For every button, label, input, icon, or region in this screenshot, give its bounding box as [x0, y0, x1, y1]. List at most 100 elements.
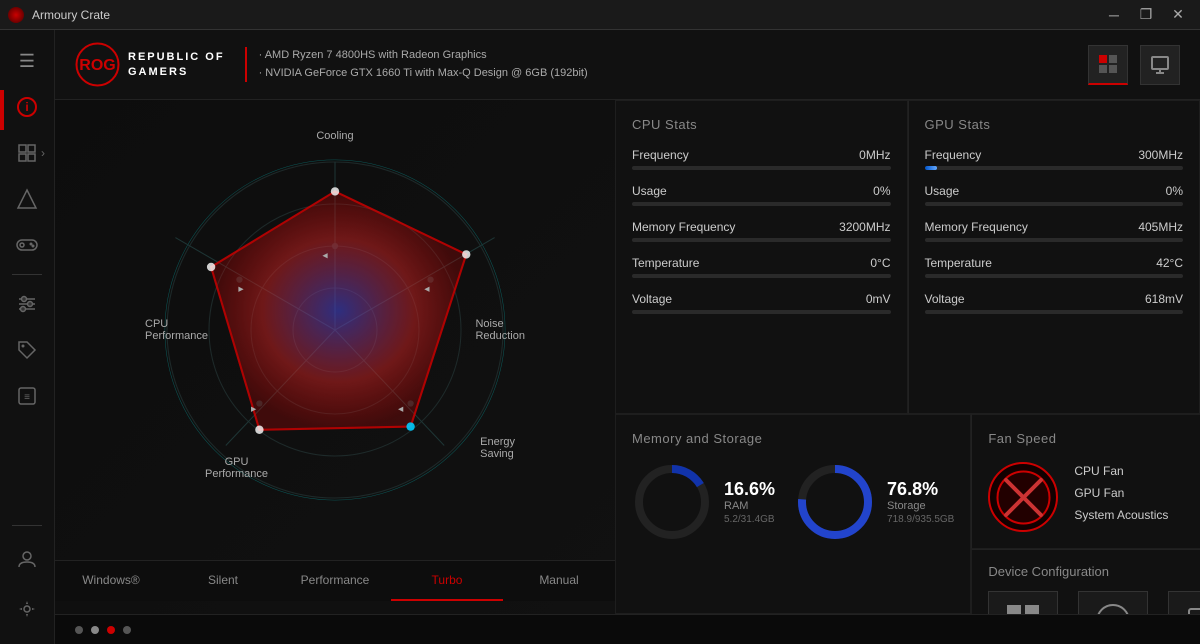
close-button[interactable]: ✕: [1164, 5, 1192, 25]
cpu-frequency-bar: [632, 166, 891, 170]
left-panel: Cooling NoiseReduction EnergySaving GPUP…: [55, 100, 615, 614]
cpu-fan-label: CPU Fan: [1074, 464, 1123, 478]
header-btn-secondary[interactable]: [1140, 45, 1180, 85]
dot-4: [123, 626, 131, 634]
cpu-temp-bar: [632, 274, 891, 278]
fan-icon: [988, 462, 1058, 532]
app-body: ☰ i ≡: [0, 30, 1200, 644]
sidebar: ☰ i ≡: [0, 30, 55, 644]
gpu-voltage-bar: [925, 310, 1184, 314]
gpu-memfreq-value: 405MHz: [1138, 220, 1183, 234]
header-btn-primary[interactable]: [1088, 45, 1128, 85]
device-win-key[interactable]: Win Key: [988, 591, 1058, 614]
storage-info: 76.8% Storage 718.9/935.5GB: [887, 479, 954, 525]
mode-tab-manual[interactable]: Manual: [503, 561, 615, 601]
cpu-temp-value: 0°C: [870, 256, 890, 270]
gpu-frequency-bar: [925, 166, 1184, 170]
ram-gauge: [632, 462, 712, 542]
dot-2: [91, 626, 99, 634]
gpu-usage-bar: [925, 202, 1184, 206]
svg-text:◂: ◂: [322, 250, 328, 262]
svg-text:≡: ≡: [24, 392, 30, 403]
radar-label-gpu-perf: GPUPerformance: [205, 456, 268, 480]
sidebar-item-grid[interactable]: ≡: [7, 376, 47, 416]
gpu-usage-value: 0%: [1166, 184, 1183, 198]
ram-gauge-container: 16.6% RAM 5.2/31.4GB: [632, 462, 775, 542]
cpu-frequency-value: 0MHz: [859, 148, 890, 162]
svg-text:ROG: ROG: [79, 57, 115, 74]
bottom-bar: [55, 614, 1200, 644]
svg-text:◂: ◂: [398, 403, 404, 415]
gpu-frequency-label: Frequency: [925, 148, 982, 162]
win-key-icon: [988, 591, 1058, 614]
cpu-stats-title: CPU Stats: [632, 117, 891, 132]
sidebar-item-menu[interactable]: ☰: [7, 41, 47, 81]
device-rog-key[interactable]: R ROG Key: [1078, 591, 1148, 614]
dot-1: [75, 626, 83, 634]
cpu-usage-row: Usage 0%: [632, 184, 891, 198]
mode-tab-turbo[interactable]: Turbo: [391, 561, 503, 601]
mode-tab-windows[interactable]: Windows®: [55, 561, 167, 601]
gpu-temp-bar: [925, 274, 1184, 278]
ram-label: RAM: [724, 500, 775, 512]
storage-gauge: [795, 462, 875, 542]
storage-detail: 718.9/935.5GB: [887, 514, 954, 525]
gpu-fan-label: GPU Fan: [1074, 486, 1124, 500]
sidebar-item-aura[interactable]: [7, 179, 47, 219]
radar-label-noise: NoiseReduction: [475, 318, 525, 342]
svg-text:i: i: [25, 100, 28, 114]
cpu-stats-panel: CPU Stats Frequency 0MHz Usage 0% Me: [615, 100, 908, 414]
gpu-voltage-value: 618mV: [1145, 292, 1183, 306]
cpu-memfreq-value: 3200MHz: [839, 220, 890, 234]
header-logo: ROG REPUBLIC OF GAMERS: [75, 42, 225, 87]
maximize-button[interactable]: ❐: [1132, 5, 1160, 25]
fan-panel: Fan Speed: [971, 414, 1200, 549]
gpu-memfreq-bar: [925, 238, 1184, 242]
cpu-usage-value: 0%: [873, 184, 890, 198]
gpu-stats-title: GPU Stats: [925, 117, 1184, 132]
gpu-usage-row: Usage 0%: [925, 184, 1184, 198]
sidebar-item-settings[interactable]: [7, 589, 47, 629]
ram-percent: 16.6%: [724, 479, 775, 500]
gpu-memfreq-label: Memory Frequency: [925, 220, 1028, 234]
mode-tab-performance[interactable]: Performance: [279, 561, 391, 601]
gpu-frequency-row: Frequency 300MHz: [925, 148, 1184, 162]
mode-tab-silent[interactable]: Silent: [167, 561, 279, 601]
gpu-temp-value: 42°C: [1156, 256, 1183, 270]
cpu-fan-row: CPU Fan 3600 RPM: [1074, 464, 1200, 478]
cpu-temp-row: Temperature 0°C: [632, 256, 891, 270]
cpu-memfreq-row: Memory Frequency 3200MHz: [632, 220, 891, 234]
acoustics-row: System Acoustics 32.1 dBA: [1074, 508, 1200, 522]
cpu-frequency-row: Frequency 0MHz: [632, 148, 891, 162]
dot-3: [107, 626, 115, 634]
cpu-memfreq-bar: [632, 238, 891, 242]
right-bottom-column: Fan Speed: [971, 414, 1200, 614]
sidebar-item-gamepad[interactable]: [7, 225, 47, 265]
sidebar-item-devices[interactable]: [7, 133, 47, 173]
ram-detail: 5.2/31.4GB: [724, 514, 775, 525]
sidebar-item-info[interactable]: i: [7, 87, 47, 127]
cpu-voltage-bar: [632, 310, 891, 314]
sidebar-item-user[interactable]: [7, 539, 47, 579]
gpu-usage-label: Usage: [925, 184, 960, 198]
app-title: Armoury Crate: [32, 8, 110, 22]
radar-container: Cooling NoiseReduction EnergySaving GPUP…: [125, 120, 545, 540]
content-main: Cooling NoiseReduction EnergySaving GPUP…: [55, 100, 1200, 614]
cpu-temp-label: Temperature: [632, 256, 699, 270]
radar-label-cooling: Cooling: [316, 130, 353, 142]
spec1-text: AMD Ryzen 7 4800HS with Radeon Graphics: [265, 49, 487, 61]
gpu-fan-row: GPU Fan 3600 RPM: [1074, 486, 1200, 500]
header: ROG REPUBLIC OF GAMERS · AMD Ryzen 7 480…: [55, 30, 1200, 100]
gpu-memfreq-row: Memory Frequency 405MHz: [925, 220, 1184, 234]
right-panels: CPU Stats Frequency 0MHz Usage 0% Me: [615, 100, 1200, 614]
storage-percent: 76.8%: [887, 479, 954, 500]
sidebar-item-tags[interactable]: [7, 330, 47, 370]
device-touchpad[interactable]: Touch Pad: [1168, 591, 1200, 614]
gpu-temp-row: Temperature 42°C: [925, 256, 1184, 270]
titlebar-left: Armoury Crate: [8, 7, 110, 23]
minimize-button[interactable]: ─: [1100, 5, 1128, 25]
cpu-memfreq-label: Memory Frequency: [632, 220, 735, 234]
rog-brand-text: REPUBLIC OF GAMERS: [128, 50, 225, 79]
sidebar-item-sliders[interactable]: [7, 284, 47, 324]
mode-tabs: Windows® Silent Performance Turbo Manual: [55, 560, 615, 601]
